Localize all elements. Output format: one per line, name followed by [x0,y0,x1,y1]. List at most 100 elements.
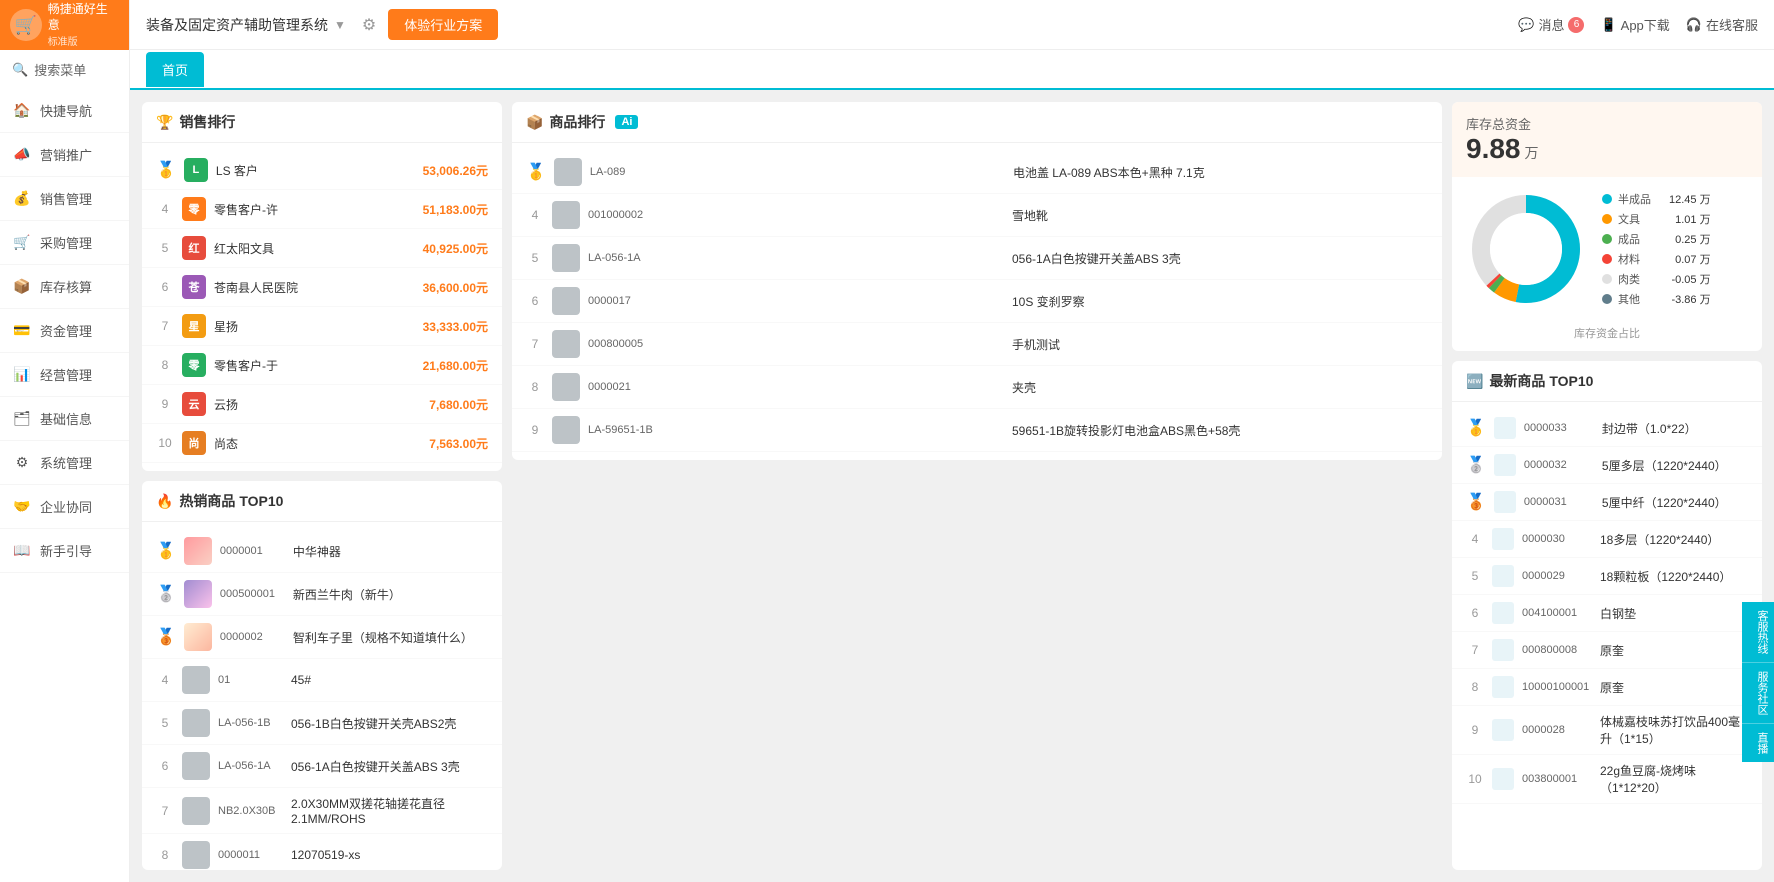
customer-name: 尚态 [214,435,421,452]
float-btn-live[interactable]: 直播 [1742,724,1774,762]
customer-avatar: 零 [182,353,206,377]
float-btn-service[interactable]: 客服热线 [1742,602,1774,663]
customer-rank-header: 🏆 销售排行 [142,102,502,143]
product-code: 0000030 [1522,533,1592,545]
product-thumb [1494,454,1516,476]
rank-number: 10 [156,436,174,450]
sidebar-item-sales[interactable]: 💰 销售管理 [0,177,129,221]
product-thumb [1492,676,1514,698]
message-icon: 💬 [1518,17,1534,33]
inventory-amount: 9.88 [1466,133,1521,165]
rank-item: 7 星 星扬 33,333.00元 [142,307,502,346]
latest-item: 🥈 0000032 5厘多层（1220*2440） [1452,447,1762,484]
product-item: 7 NB2.0X30B 2.0X30MM双搓花轴搓花直径2.1MM/ROHS [142,788,502,834]
online-service-btn[interactable]: 🎧 在线客服 [1686,15,1758,34]
product-thumb [552,373,580,401]
product-item: 8 0000011 12070519-xs [142,834,502,870]
sidebar-item-operations[interactable]: 📊 经营管理 [0,353,129,397]
legend-dot [1602,254,1612,264]
product-code: 001000002 [588,209,1004,221]
rank-number: 5 [156,241,174,255]
message-badge: 6 [1568,17,1584,33]
donut-chart [1466,189,1586,309]
sidebar-item-marketing[interactable]: 📣 营销推广 [0,133,129,177]
trophy-icon: 🏆 [156,114,173,131]
sidebar: 🛒 畅捷通好生意 标准版 🔍 搜索菜单 🏠 快捷导航 📣 营销推广 💰 销售管理… [0,0,130,882]
product-name: 18多层（1220*2440） [1600,531,1748,548]
latest-item: 6 004100001 白钢垫 [1452,595,1762,632]
product-rank-list: 🥇 LA-089 电池盖 LA-089 ABS本色+黑种 7.1克 4 0010… [512,143,1442,460]
product-code: 0000002 [220,631,285,643]
hot-products-list: 🥇 0000001 中华神器 🥈 000500001 新西兰牛肉（新牛） 🥉 [142,522,502,870]
inventory-footer: 库存资金占比 [1452,321,1762,351]
customer-amount: 7,680.00元 [429,396,488,413]
customer-avatar: 红 [182,236,206,260]
legend-dot [1602,294,1612,304]
sidebar-item-system[interactable]: ⚙ 系统管理 [0,441,129,485]
latest-products-title: 最新商品 TOP10 [1489,371,1593,391]
medal-icon: 🥉 [1466,492,1486,512]
rank-number: 8 [156,358,174,372]
sidebar-item-shortcuts[interactable]: 🏠 快捷导航 [0,89,129,133]
product-thumb [1492,719,1514,741]
customer-amount: 51,183.00元 [423,201,488,218]
product-thumb [552,244,580,272]
inventory-unit: 万 [1525,143,1539,163]
customer-name: 星扬 [214,318,415,335]
rank-number: 6 [1466,606,1484,620]
product-thumb [182,666,210,694]
inventory-summary: 库存总资金 9.88 万 [1452,102,1762,177]
float-btn-community[interactable]: 服务社区 [1742,663,1774,724]
product-code: 004100001 [1522,607,1592,619]
search-menu[interactable]: 🔍 搜索菜单 [0,50,129,89]
product-code: 0000033 [1524,422,1594,434]
headset-icon: 🎧 [1686,17,1702,33]
product-name: 白钢垫 [1600,605,1748,622]
app-download-btn[interactable]: 📱 App下载 [1600,15,1669,34]
rank-number: 6 [156,280,174,294]
latest-item: 7 000800008 原奎 [1452,632,1762,669]
product-thumb [552,287,580,315]
customer-avatar: 零 [182,197,206,221]
product-rank-header: 📦 商品排行 Ai [512,102,1442,143]
product-rank-icon: 📦 [526,114,543,131]
product-thumb [1494,491,1516,513]
product-thumb [552,201,580,229]
latest-item: 10 003800001 22g鱼豆腐-烧烤味（1*12*20） [1452,755,1762,804]
settings-icon[interactable]: ⚙ [362,15,376,35]
rank-number: 4 [526,208,544,222]
product-thumb [184,580,212,608]
messages-btn[interactable]: 💬 消息 6 [1518,15,1584,34]
sidebar-item-guide[interactable]: 📖 新手引导 [0,529,129,573]
medal-icon: 🥈 [156,584,176,604]
sidebar-item-inventory[interactable]: 📦 库存核算 [0,265,129,309]
customer-avatar: 星 [182,314,206,338]
tab-home[interactable]: 首页 [146,52,204,87]
content-area: 🏆 销售排行 🥇 L LS 客户 53,006.26元 4 零 [130,90,1774,882]
fire-icon: 🔥 [156,493,173,510]
float-buttons: 客服热线 服务社区 直播 [1742,602,1774,762]
rank-item: 9 LA-59651-1B 59651-1B旋转投影灯电池盒ABS黑色+58壳 [512,409,1442,452]
rank-item: 8 0000021 夹壳 [512,366,1442,409]
rank-item: 6 0000017 10S 变刹罗察 [512,280,1442,323]
sidebar-item-finance[interactable]: 💳 资金管理 [0,309,129,353]
main-wrapper: 装备及固定资产辅助管理系统 ▼ ⚙ 体验行业方案 💬 消息 6 📱 App下载 … [130,0,1774,882]
product-name: 原奎 [1600,679,1748,696]
sidebar-item-purchase[interactable]: 🛒 采购管理 [0,221,129,265]
guide-icon: 📖 [12,542,32,559]
product-name: 5厘中纤（1220*2440） [1602,494,1748,511]
trial-btn[interactable]: 体验行业方案 [388,9,498,40]
rank-number: 5 [156,716,174,730]
rank-item: 5 LA-056-1A 056-1A白色按键开关盖ABS 3壳 [512,237,1442,280]
inventory-icon: 📦 [12,278,32,295]
product-thumb [182,752,210,780]
sidebar-nav: 🏠 快捷导航 📣 营销推广 💰 销售管理 🛒 采购管理 📦 库存核算 💳 资金管… [0,89,129,882]
latest-products-header: 🆕 最新商品 TOP10 [1452,361,1762,402]
product-name: 056-1A白色按键开关盖ABS 3壳 [291,758,488,775]
product-thumb [1492,528,1514,550]
rank-number: 6 [526,294,544,308]
rank-number: 7 [156,804,174,818]
rank-number: 7 [156,319,174,333]
sidebar-item-collab[interactable]: 🤝 企业协同 [0,485,129,529]
sidebar-item-basics[interactable]: 🗂 基础信息 [0,397,129,441]
